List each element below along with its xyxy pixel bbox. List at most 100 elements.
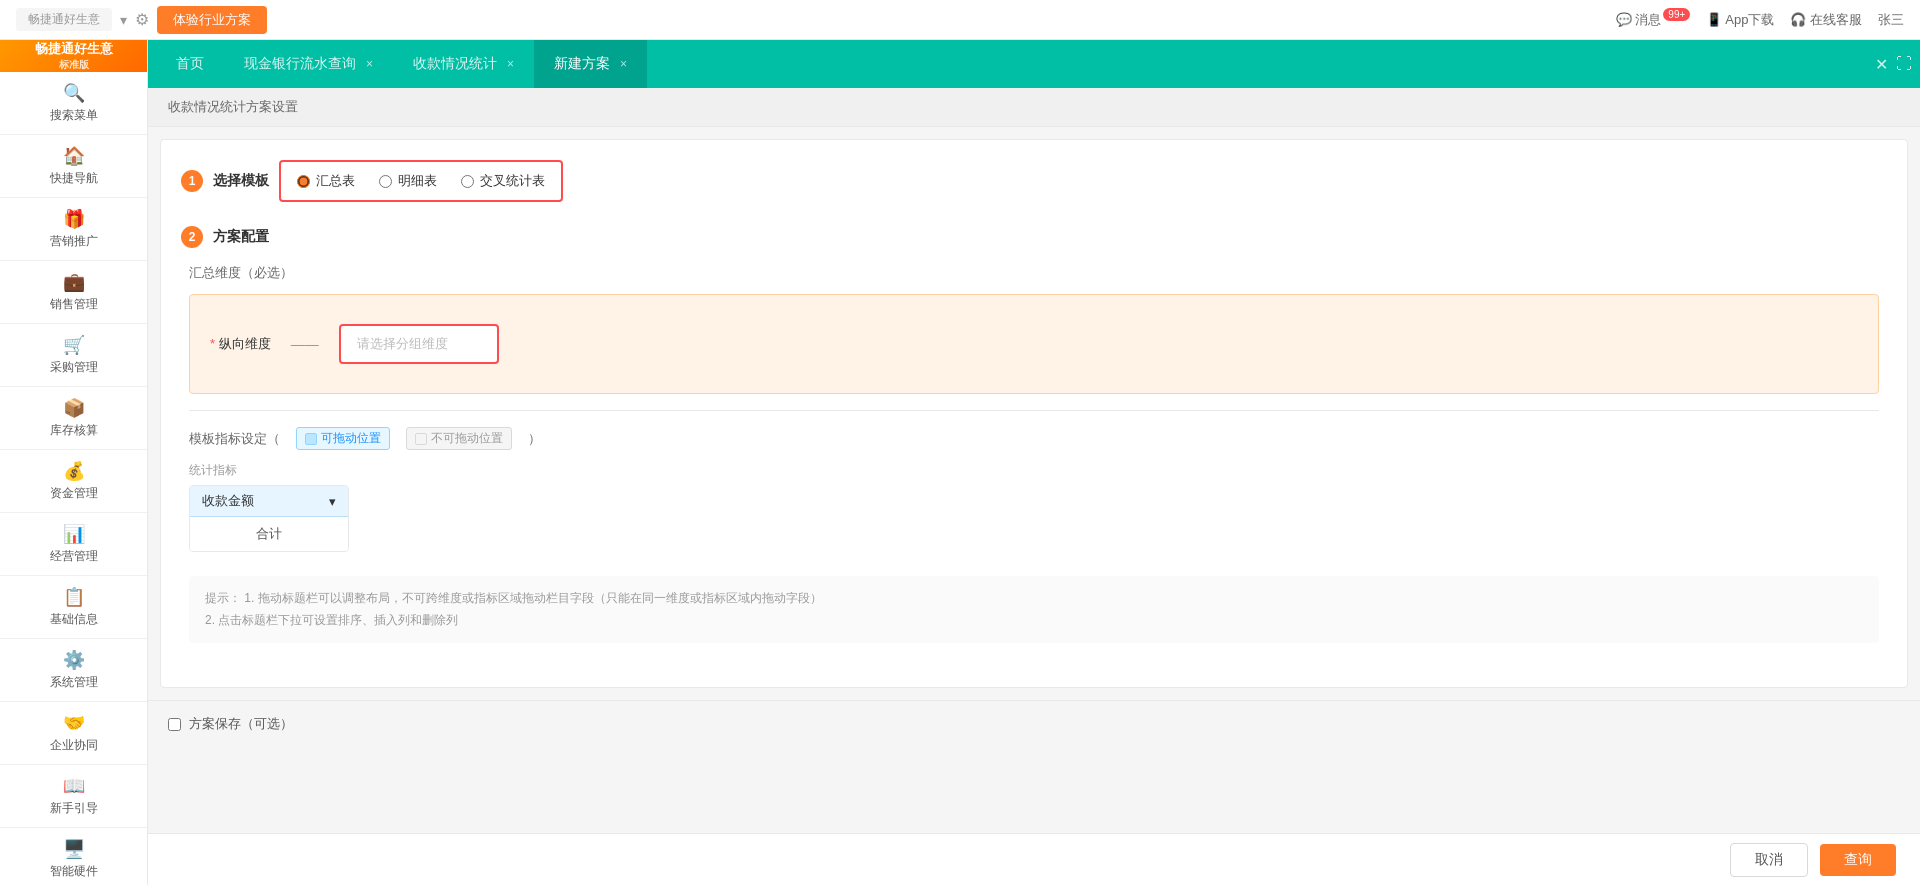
sidebar-item-system[interactable]: ⚙️ 系统管理 [0,639,147,702]
tab-collection[interactable]: 收款情况统计 × [393,40,534,88]
dimension-title: 汇总维度（必选） [189,264,1879,282]
top-bar-right: 💬 消息99+ 📱 App下载 🎧 在线客服 张三 [1616,11,1904,29]
top-bar: 畅捷通好生意 ▾ ⚙ 体验行业方案 💬 消息99+ 📱 App下载 🎧 在线客服… [0,0,1920,40]
tab-cashflow[interactable]: 现金银行流水查询 × [224,40,393,88]
radio-detail-label: 明细表 [398,172,437,190]
logo-sub: 标准版 [59,58,89,72]
metrics-section: 模板指标设定（ 可拖动位置 不可拖动位置 ） [189,410,1879,556]
gear-icon: ⚙️ [63,649,85,671]
required-mark: * [210,336,215,351]
sidebar-item-search[interactable]: 🔍 搜索菜单 [0,72,147,135]
step1-title: 选择模板 [213,172,269,190]
metrics-label-row: 模板指标设定（ 可拖动位置 不可拖动位置 ） [189,427,1879,450]
radio-summary-input[interactable] [297,175,310,188]
step1-num: 1 [181,170,203,192]
draggable-indicator [305,433,317,445]
sidebar-item-nav[interactable]: 🏠 快捷导航 [0,135,147,198]
handshake-icon: 🤝 [63,712,85,734]
sidebar-item-finance[interactable]: 💰 资金管理 [0,450,147,513]
sidebar-item-label: 库存核算 [50,422,98,439]
tab-bar: 首页 现金银行流水查询 × 收款情况统计 × 新建方案 × ✕ ⛶ [148,40,1920,88]
tab-collection-close[interactable]: × [507,57,514,71]
form-container: 1 选择模板 汇总表 明细表 [160,139,1908,688]
metrics-table-container: 统计指标 收款金额 ▾ 合计 [189,462,1879,556]
sidebar-item-label: 采购管理 [50,359,98,376]
draggable-label: 可拖动位置 [321,430,381,447]
radio-summary-label: 汇总表 [316,172,355,190]
user-name[interactable]: 张三 [1878,11,1904,29]
content-area: 收款情况统计方案设置 1 选择模板 汇总表 [148,88,1920,833]
metrics-col-dropdown-icon[interactable]: ▾ [329,494,336,509]
draggable-badge: 可拖动位置 [296,427,390,450]
metrics-table: 收款金额 ▾ 合计 [189,485,349,552]
sidebar-item-label: 基础信息 [50,611,98,628]
money-icon: 💰 [63,460,85,482]
step2-section: 2 方案配置 汇总维度（必选） * 纵向维度 —— [181,226,1887,643]
home-icon: 🏠 [63,145,85,167]
sidebar-item-inventory[interactable]: 📦 库存核算 [0,387,147,450]
metrics-header-label: 统计指标 [189,462,1879,479]
dimension-input[interactable]: 请选择分组维度 [339,324,499,364]
tab-close-all-icon[interactable]: ✕ [1875,55,1888,74]
cart-icon: 🛒 [63,334,85,356]
settings-icon[interactable]: ⚙ [135,10,149,29]
tab-new-plan-label: 新建方案 [554,55,610,73]
sidebar-item-operation[interactable]: 📊 经营管理 [0,513,147,576]
tip-2: 2. 点击标题栏下拉可设置排序、插入列和删除列 [205,610,1863,632]
online-service[interactable]: 🎧 在线客服 [1790,11,1862,29]
save-checkbox[interactable] [168,718,181,731]
top-bar-left: 畅捷通好生意 ▾ ⚙ 体验行业方案 [16,6,267,34]
sidebar-item-label: 快捷导航 [50,170,98,187]
non-draggable-badge: 不可拖动位置 [406,427,512,450]
list-icon: 📋 [63,586,85,608]
tab-home[interactable]: 首页 [156,40,224,88]
radio-detail-input[interactable] [379,175,392,188]
sidebar-item-collab[interactable]: 🤝 企业协同 [0,702,147,765]
sidebar-item-label: 新手引导 [50,800,98,817]
radio-cross-input[interactable] [461,175,474,188]
sidebar-item-sales[interactable]: 💼 销售管理 [0,261,147,324]
monitor-icon: 🖥️ [63,838,85,860]
notification-badge: 99+ [1663,8,1690,21]
sidebar-item-hardware[interactable]: 🖥️ 智能硬件 [0,828,147,885]
dimension-config: 汇总维度（必选） * 纵向维度 —— 请选择分组维度 [181,264,1887,643]
sidebar-item-guide[interactable]: 📖 新手引导 [0,765,147,828]
notification[interactable]: 💬 消息99+ [1616,11,1691,29]
sidebar-logo: 畅捷通好生意 标准版 [0,40,147,72]
industry-btn[interactable]: 体验行业方案 [157,6,267,34]
tab-home-label: 首页 [176,55,204,73]
tab-new-plan-close[interactable]: × [620,57,627,71]
radio-cross-label: 交叉统计表 [480,172,545,190]
tab-cashflow-label: 现金银行流水查询 [244,55,356,73]
app-download[interactable]: 📱 App下载 [1706,11,1774,29]
tab-cashflow-close[interactable]: × [366,57,373,71]
sidebar-item-label: 销售管理 [50,296,98,313]
footer-bar: 取消 查询 [148,833,1920,885]
step2-header: 2 方案配置 [181,226,1887,248]
metrics-table-row: 合计 [190,517,348,551]
dimension-area: * 纵向维度 —— 请选择分组维度 [189,294,1879,394]
step2-num: 2 [181,226,203,248]
tab-collection-label: 收款情况统计 [413,55,497,73]
radio-cross[interactable]: 交叉统计表 [461,172,545,190]
page-title: 收款情况统计方案设置 [148,88,1920,127]
radio-summary[interactable]: 汇总表 [297,172,355,190]
metrics-table-header[interactable]: 收款金额 ▾ [190,486,348,517]
non-draggable-label: 不可拖动位置 [431,430,503,447]
query-button[interactable]: 查询 [1820,844,1896,876]
tip-1: 提示： 1. 拖动标题栏可以调整布局，不可跨维度或指标区域拖动栏目字段（只能在同… [205,588,1863,610]
cancel-button[interactable]: 取消 [1730,843,1808,877]
sidebar-item-purchase[interactable]: 🛒 采购管理 [0,324,147,387]
tab-new-plan[interactable]: 新建方案 × [534,40,647,88]
chevron-down-icon[interactable]: ▾ [120,12,127,28]
tips-section: 提示： 1. 拖动标题栏可以调整布局，不可跨维度或指标区域拖动栏目字段（只能在同… [189,576,1879,643]
sidebar-item-marketing[interactable]: 🎁 营销推广 [0,198,147,261]
step1-section: 1 选择模板 汇总表 明细表 [181,160,1887,202]
sidebar: 畅捷通好生意 标准版 🔍 搜索菜单 🏠 快捷导航 🎁 营销推广 💼 销售管理 🛒… [0,40,148,885]
right-area: 首页 现金银行流水查询 × 收款情况统计 × 新建方案 × ✕ ⛶ 收款情况统计… [148,40,1920,885]
radio-detail[interactable]: 明细表 [379,172,437,190]
sidebar-item-basic[interactable]: 📋 基础信息 [0,576,147,639]
tab-maximize-icon[interactable]: ⛶ [1896,55,1912,74]
tab-bar-controls: ✕ ⛶ [1875,55,1912,74]
dimension-arrow: —— [291,336,319,352]
